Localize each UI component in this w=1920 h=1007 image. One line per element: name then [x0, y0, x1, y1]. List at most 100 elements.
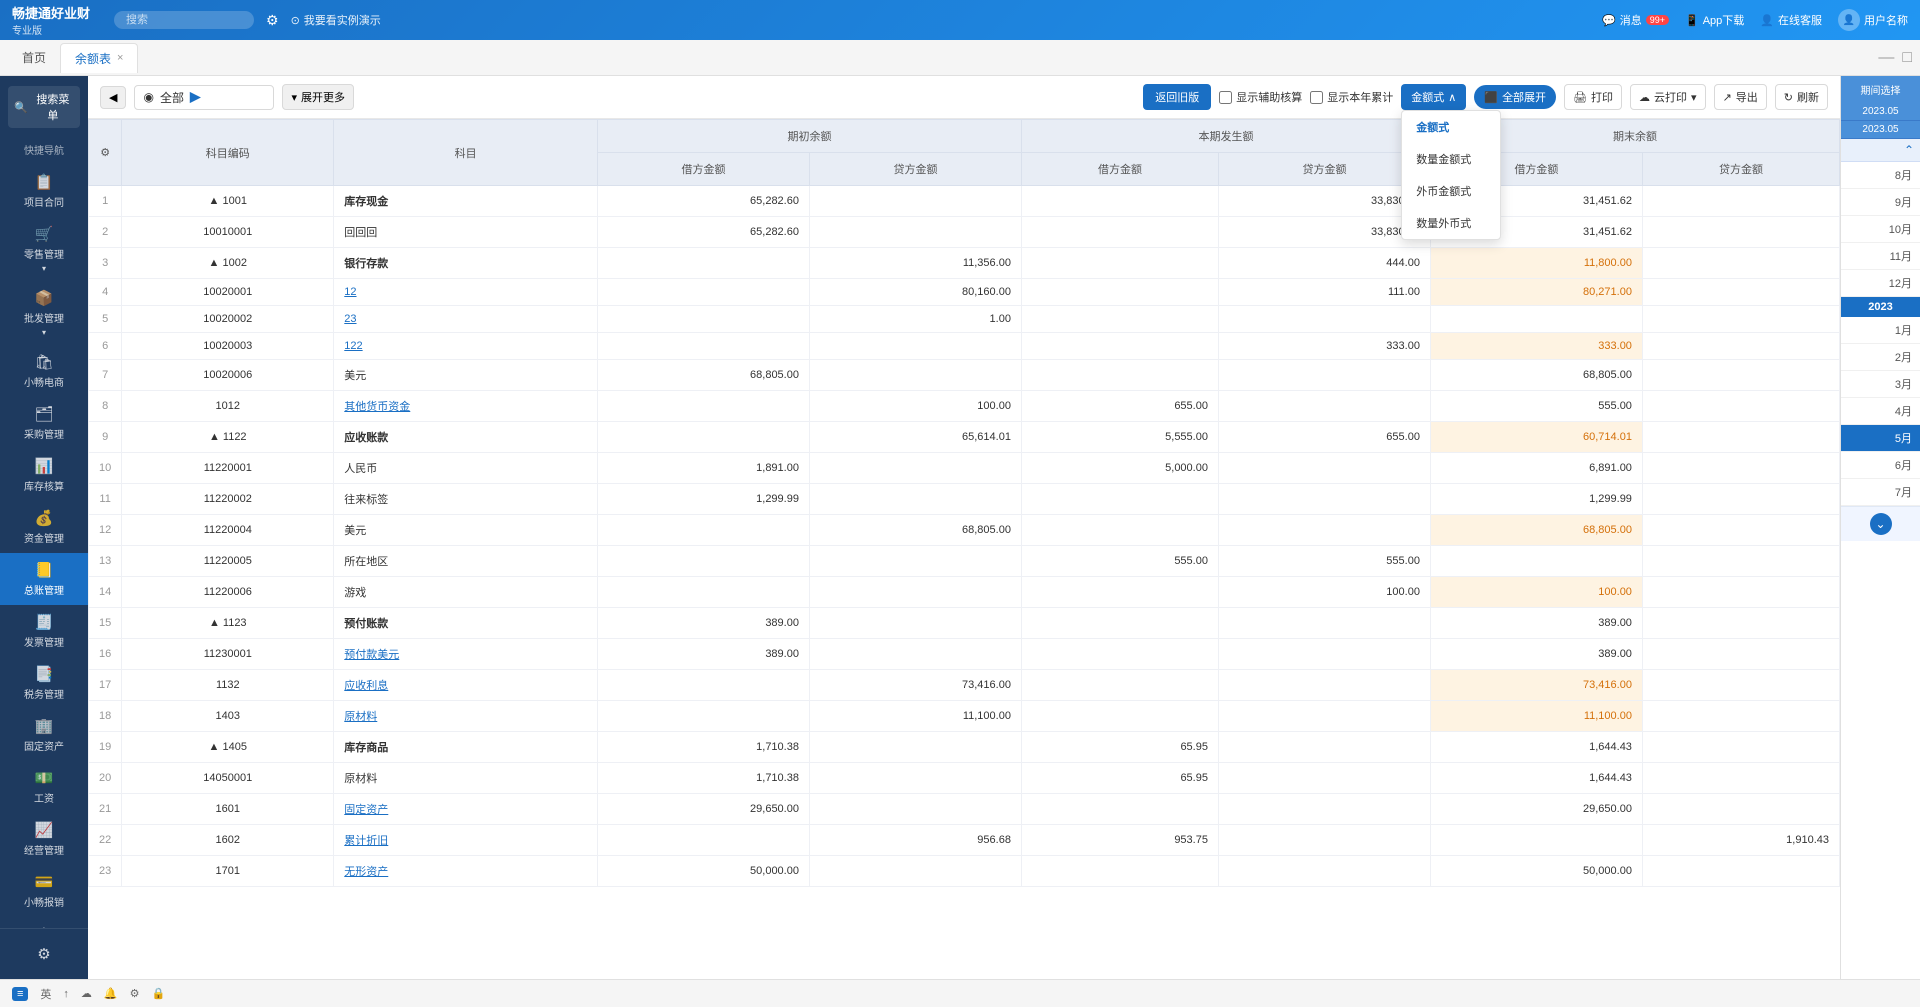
show-aux-checkbox[interactable] — [1219, 91, 1232, 104]
tab-close-btn[interactable]: × — [117, 52, 123, 64]
sidebar-item-project[interactable]: 📋 项目合同 — [0, 165, 88, 217]
name-link[interactable]: 应收利息 — [344, 680, 388, 692]
sidebar-item-base[interactable]: ℹ 基础信息 — [0, 917, 88, 928]
cell-name[interactable]: 原材料 — [334, 701, 598, 732]
name-link[interactable]: 原材料 — [344, 711, 377, 723]
cell-name[interactable]: 预付款美元 — [334, 639, 598, 670]
cell-name[interactable]: 无形资产 — [334, 856, 598, 887]
period-5[interactable]: 5月 — [1841, 425, 1920, 452]
period-7[interactable]: 7月 — [1841, 479, 1920, 506]
name-link[interactable]: 固定资产 — [344, 804, 388, 816]
name-link[interactable]: 累计折旧 — [344, 835, 388, 847]
sidebar-item-invoice[interactable]: 🧾 发票管理 — [0, 605, 88, 657]
user-area[interactable]: 👤 用户名称 — [1838, 9, 1908, 31]
sidebar-item-ledger[interactable]: 📒 总账管理 — [0, 553, 88, 605]
name-link[interactable]: 其他货币资金 — [344, 401, 410, 413]
nav-back-btn[interactable]: ◀ — [100, 86, 126, 109]
sidebar-item-ecom[interactable]: 🛍 小畅电商 — [0, 345, 88, 397]
cloud-print-btn[interactable]: ☁ 云打印 ▾ — [1630, 84, 1706, 110]
sidebar-item-retail[interactable]: 🛒 零售管理 ▾ — [0, 217, 88, 281]
period-8[interactable]: 8月 — [1841, 162, 1920, 189]
sidebar-item-inventory[interactable]: 📊 库存核算 — [0, 449, 88, 501]
status-eq-btn[interactable]: ≡ — [12, 987, 28, 1001]
format-option-amount[interactable]: 金额式 — [1402, 111, 1500, 143]
cell-current-credit — [1218, 794, 1430, 825]
cell-current-debit: 5,555.00 — [1021, 422, 1218, 453]
name-link[interactable]: 12 — [344, 286, 356, 298]
period-6[interactable]: 6月 — [1841, 452, 1920, 479]
minimize-btn[interactable]: — — [1878, 49, 1894, 67]
name-link[interactable]: 23 — [344, 313, 356, 325]
sidebar-search-btn[interactable]: 🔍 搜索菜单 — [8, 86, 80, 128]
sidebar-item-wholesale[interactable]: 📦 批发管理 ▾ — [0, 281, 88, 345]
sidebar-item-expense[interactable]: 💳 小畅报销 — [0, 865, 88, 917]
cell-name[interactable]: 累计折旧 — [334, 825, 598, 856]
status-lang-btn[interactable]: 英 — [40, 986, 51, 1002]
show-ytd-checkbox[interactable] — [1310, 91, 1323, 104]
top-search-input[interactable] — [114, 11, 254, 29]
period-4[interactable]: 4月 — [1841, 398, 1920, 425]
format-option-qty-amount[interactable]: 数量金额式 — [1402, 143, 1500, 175]
print-btn[interactable]: 🖨 打印 — [1564, 84, 1622, 110]
tab-yue-biao[interactable]: 余额表 × — [60, 43, 138, 73]
cell-name[interactable]: 12 — [334, 279, 598, 306]
name-link[interactable]: 无形资产 — [344, 866, 388, 878]
settings-gear-icon[interactable]: ⚙ — [266, 12, 279, 29]
table-row: 231701无形资产50,000.0050,000.00 — [89, 856, 1840, 887]
app-download-btn[interactable]: 📱 App下载 — [1685, 12, 1744, 28]
sidebar-item-finance[interactable]: 💰 资金管理 — [0, 501, 88, 553]
show-aux-label[interactable]: 显示辅助核算 — [1219, 89, 1302, 105]
search-forward-btn[interactable]: ▶ — [190, 89, 200, 105]
status-bell-btn[interactable]: 🔔 — [104, 987, 118, 1000]
show-ytd-label[interactable]: 显示本年累计 — [1310, 89, 1393, 105]
cell-name[interactable]: 应收利息 — [334, 670, 598, 701]
period-9[interactable]: 9月 — [1841, 189, 1920, 216]
period-collapse-down-btn[interactable]: ⌄ — [1841, 506, 1920, 541]
period-2[interactable]: 2月 — [1841, 344, 1920, 371]
refresh-btn[interactable]: ↻ 刷新 — [1775, 84, 1828, 110]
format-dropdown-btn[interactable]: 金额式 ∧ — [1401, 84, 1466, 110]
sidebar-settings-btn[interactable]: ⚙ — [0, 937, 88, 971]
cell-name[interactable]: 固定资产 — [334, 794, 598, 825]
status-cloud-btn[interactable]: ☁ — [81, 987, 92, 1000]
cell-name[interactable]: 23 — [334, 306, 598, 333]
msg-btn[interactable]: 💬 消息 99+ — [1602, 12, 1669, 28]
sidebar-item-tax[interactable]: 📑 税务管理 — [0, 657, 88, 709]
expand-more-btn[interactable]: ▾ 展开更多 — [282, 84, 354, 110]
status-lock-btn[interactable]: 🔒 — [152, 987, 166, 1000]
period-12[interactable]: 12月 — [1841, 270, 1920, 297]
th-settings[interactable]: ⚙ — [89, 120, 122, 186]
sidebar-item-ops[interactable]: 📈 经营管理 — [0, 813, 88, 865]
cell-name[interactable]: 122 — [334, 333, 598, 360]
sidebar-item-label-tax: 税务管理 — [24, 686, 64, 701]
cell-current-debit: 65.95 — [1021, 763, 1218, 794]
status-arrow-btn[interactable]: ↑ — [63, 988, 69, 1000]
sidebar-item-salary[interactable]: 💵 工资 — [0, 761, 88, 813]
period-2023-year[interactable]: 2023 — [1841, 297, 1920, 317]
search-icon: 🔍 — [14, 101, 28, 114]
cell-name[interactable]: 其他货币资金 — [334, 391, 598, 422]
format-option-qty-forex[interactable]: 数量外币式 — [1402, 207, 1500, 239]
retail-arrow: ▾ — [42, 264, 46, 273]
sidebar-item-purchase[interactable]: 🗂 采购管理 — [0, 397, 88, 449]
period-1[interactable]: 1月 — [1841, 317, 1920, 344]
period-3[interactable]: 3月 — [1841, 371, 1920, 398]
online-service-btn[interactable]: 👤 在线客服 — [1760, 12, 1822, 28]
cell-code: ▲ 1001 — [122, 186, 334, 217]
export-btn[interactable]: ↗ 导出 — [1714, 84, 1767, 110]
period-10[interactable]: 10月 — [1841, 216, 1920, 243]
sidebar-item-label-ledger: 总账管理 — [24, 582, 64, 597]
period-11[interactable]: 11月 — [1841, 243, 1920, 270]
cell-current-credit — [1218, 608, 1430, 639]
demo-link[interactable]: ⊙ 我要看实例演示 — [291, 12, 381, 28]
format-option-forex-amount[interactable]: 外币金额式 — [1402, 175, 1500, 207]
maximize-btn[interactable]: □ — [1902, 49, 1912, 67]
name-link[interactable]: 122 — [344, 340, 362, 352]
status-settings-btn[interactable]: ⚙ — [130, 987, 140, 1000]
return-old-btn[interactable]: 返回旧版 — [1143, 84, 1211, 110]
expand-all-btn[interactable]: ⬛ 全部展开 — [1474, 85, 1556, 109]
name-link[interactable]: 预付款美元 — [344, 649, 399, 661]
period-collapse-up-btn[interactable]: ⌃ — [1841, 139, 1920, 162]
sidebar-item-assets[interactable]: 🏢 固定资产 — [0, 709, 88, 761]
tab-home[interactable]: 首页 — [8, 43, 60, 72]
